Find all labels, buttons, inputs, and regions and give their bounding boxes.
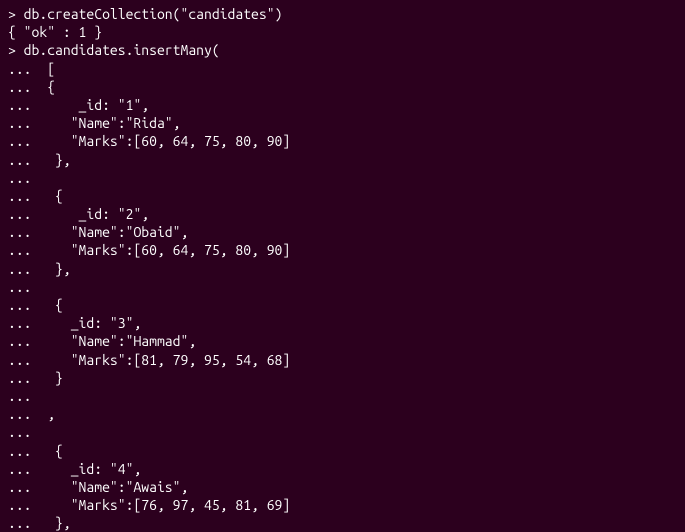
terminal-line: ... , [8, 405, 677, 423]
terminal-line: { "ok" : 1 } [8, 23, 677, 41]
terminal-line: ... { [8, 187, 677, 205]
terminal-line: ... "Marks":[60, 64, 75, 80, 90] [8, 132, 677, 150]
terminal-line: ... _id: "4", [8, 460, 677, 478]
terminal-line: ... _id: "1", [8, 96, 677, 114]
terminal-line: ... [8, 387, 677, 405]
terminal-line: ... [8, 423, 677, 441]
terminal-line: ... "Name":"Rida", [8, 114, 677, 132]
terminal-line: ... [8, 278, 677, 296]
terminal-line: ... "Marks":[76, 97, 45, 81, 69] [8, 496, 677, 514]
terminal-line: ... [8, 169, 677, 187]
terminal-line: ... "Name":"Awais", [8, 478, 677, 496]
terminal-line: ... _id: "2", [8, 205, 677, 223]
terminal-output[interactable]: > db.createCollection("candidates"){ "ok… [8, 5, 677, 532]
terminal-line: ... "Name":"Hammad", [8, 332, 677, 350]
terminal-line: ... }, [8, 260, 677, 278]
terminal-line: ... "Marks":[81, 79, 95, 54, 68] [8, 351, 677, 369]
terminal-line: ... _id: "3", [8, 314, 677, 332]
terminal-line: ... [ [8, 60, 677, 78]
terminal-line: ... { [8, 442, 677, 460]
terminal-line: ... }, [8, 151, 677, 169]
terminal-line: ... }, [8, 514, 677, 532]
terminal-line: ... "Marks":[60, 64, 75, 80, 90] [8, 241, 677, 259]
terminal-line: > db.candidates.insertMany( [8, 41, 677, 59]
terminal-line: ... { [8, 78, 677, 96]
terminal-line: ... "Name":"Obaid", [8, 223, 677, 241]
terminal-line: ... { [8, 296, 677, 314]
terminal-line: ... } [8, 369, 677, 387]
terminal-line: > db.createCollection("candidates") [8, 5, 677, 23]
